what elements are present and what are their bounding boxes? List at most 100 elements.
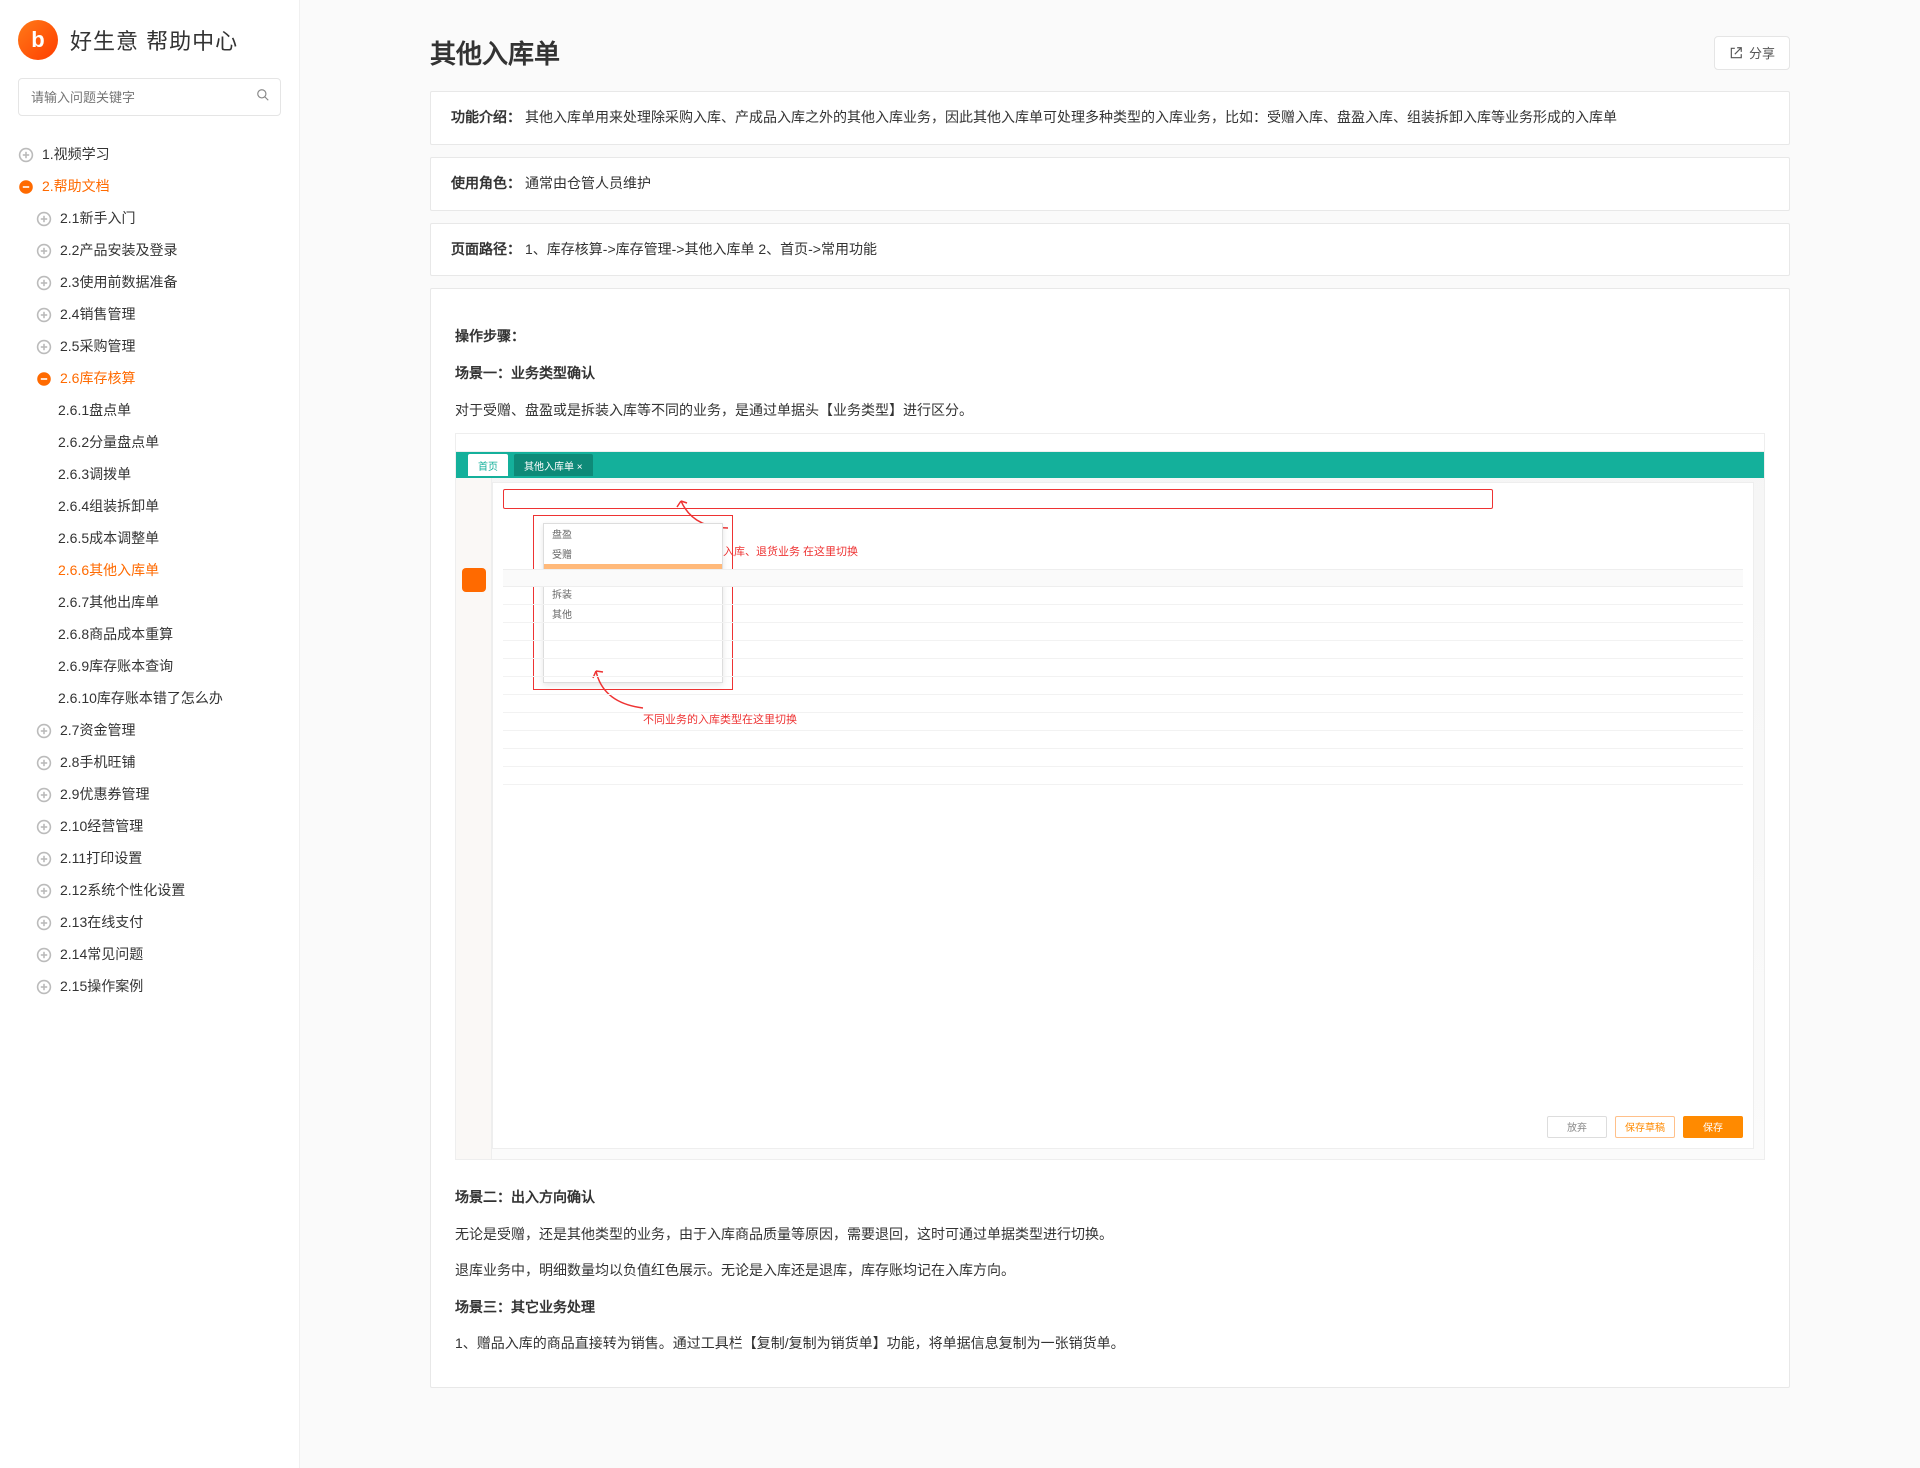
nav-item-label: 2.6库存核算 <box>60 370 135 386</box>
nav-item[interactable]: 2.6.1盘点单 <box>18 394 281 426</box>
nav-item-label: 2.5采购管理 <box>60 338 135 354</box>
nav-item[interactable]: 2.1新手入门 <box>18 202 281 234</box>
collapse-icon <box>18 179 34 195</box>
panel-intro: 功能介绍：其他入库单用来处理除采购入库、产成品入库之外的其他入库业务，因此其他入… <box>430 91 1790 145</box>
nav-item[interactable]: 2.6.5成本调整单 <box>18 522 281 554</box>
nav-item-label: 2.7资金管理 <box>60 722 135 738</box>
expand-icon <box>36 915 52 931</box>
nav-item-label: 2.6.6其他入库单 <box>58 562 159 578</box>
nav-item[interactable]: 2.7资金管理 <box>18 714 281 746</box>
expand-icon <box>36 883 52 899</box>
nav-tree: 1.视频学习 2.帮助文档 2.1新手入门 2.2产品安装及登录 2.3使用前数据准备 2… <box>18 138 281 1002</box>
nav-item[interactable]: 2.8手机旺铺 <box>18 746 281 778</box>
collapse-icon <box>36 371 52 387</box>
nav-item[interactable]: 2.6.2分量盘点单 <box>18 426 281 458</box>
intro-label: 功能介绍： <box>451 109 521 125</box>
nav-item-label: 2.13在线支付 <box>60 914 143 930</box>
nav-item[interactable]: 2.6.7其他出库单 <box>18 586 281 618</box>
nav-item-label: 2.12系统个性化设置 <box>60 882 185 898</box>
nav-item-label: 2.6.10库存账本错了怎么办 <box>58 690 223 706</box>
expand-icon <box>36 819 52 835</box>
nav-item[interactable]: 2.6.9库存账本查询 <box>18 650 281 682</box>
nav-item-label: 2.14常见问题 <box>60 946 143 962</box>
nav-item[interactable]: 2.6.6其他入库单 <box>18 554 281 586</box>
search-icon <box>256 88 270 102</box>
nav-item-label: 2.3使用前数据准备 <box>60 274 177 290</box>
screenshot-1: 首页其他入库单 × 入库、退货业务 在这里切换 盘盈受赠拆装其他 不同业务的入库… <box>455 433 1765 1160</box>
nav-item[interactable]: 2.9优惠券管理 <box>18 778 281 810</box>
nav-item[interactable]: 2.6.4组装拆卸单 <box>18 490 281 522</box>
nav-item-label: 2.10经营管理 <box>60 818 143 834</box>
nav-item-label: 2.6.7其他出库单 <box>58 594 159 610</box>
expand-icon <box>36 723 52 739</box>
expand-icon <box>36 947 52 963</box>
nav-item[interactable]: 2.6库存核算 <box>18 362 281 394</box>
share-label: 分享 <box>1749 43 1775 62</box>
nav-item[interactable]: 2.帮助文档 <box>18 170 281 202</box>
title-row: 其他入库单 分享 <box>430 34 1790 71</box>
scene3-text-1: 1、赠品入库的商品直接转为销售。通过工具栏【复制/复制为销货单】功能，将单据信息… <box>455 1330 1765 1357</box>
nav-item[interactable]: 2.2产品安装及登录 <box>18 234 281 266</box>
sidebar: 好生意 帮助中心 1.视频学习 2.帮助文档 2.1新手入门 2.2产品安装及登录 2.… <box>0 0 300 1468</box>
expand-icon <box>36 211 52 227</box>
nav-item-label: 2.2产品安装及登录 <box>60 242 177 258</box>
page-title: 其他入库单 <box>430 34 560 71</box>
expand-icon <box>36 787 52 803</box>
nav-item-label: 2.6.2分量盘点单 <box>58 434 159 450</box>
nav-item[interactable]: 2.11打印设置 <box>18 842 281 874</box>
expand-icon <box>36 243 52 259</box>
panel-role: 使用角色：通常由仓管人员维护 <box>430 157 1790 211</box>
expand-icon <box>36 275 52 291</box>
expand-icon <box>36 979 52 995</box>
search-button[interactable] <box>253 86 273 106</box>
brand-logo-icon <box>18 20 58 60</box>
nav-item[interactable]: 2.6.8商品成本重算 <box>18 618 281 650</box>
scene2-text-1: 无论是受赠，还是其他类型的业务，由于入库商品质量等原因，需要退回，这时可通过单据… <box>455 1221 1765 1248</box>
expand-icon <box>36 851 52 867</box>
panel-path: 页面路径：1、库存核算->库存管理->其他入库单 2、首页->常用功能 <box>430 223 1790 277</box>
expand-icon <box>36 339 52 355</box>
expand-icon <box>36 755 52 771</box>
main: 其他入库单 分享 功能介绍：其他入库单用来处理除采购入库、产成品入库之外的其他入… <box>300 0 1920 1468</box>
nav-item[interactable]: 2.14常见问题 <box>18 938 281 970</box>
nav-item-label: 2.11打印设置 <box>60 850 142 866</box>
nav-item-label: 2.6.5成本调整单 <box>58 530 159 546</box>
nav-item-label: 2.帮助文档 <box>42 178 110 194</box>
expand-icon <box>36 307 52 323</box>
nav-item[interactable]: 2.12系统个性化设置 <box>18 874 281 906</box>
nav-item[interactable]: 2.13在线支付 <box>18 906 281 938</box>
nav-item-label: 2.4销售管理 <box>60 306 135 322</box>
content-body: 操作步骤： 场景一：业务类型确认 对于受赠、盘盈或是拆装入库等不同的业务，是通过… <box>430 288 1790 1388</box>
search-input[interactable] <box>18 78 281 116</box>
share-icon <box>1729 46 1743 60</box>
brand: 好生意 帮助中心 <box>18 20 281 60</box>
nav-item-label: 2.6.1盘点单 <box>58 402 131 418</box>
share-button[interactable]: 分享 <box>1714 36 1790 70</box>
path-label: 页面路径： <box>451 241 521 257</box>
nav-item[interactable]: 2.6.10库存账本错了怎么办 <box>18 682 281 714</box>
nav-item[interactable]: 2.5采购管理 <box>18 330 281 362</box>
brand-title: 好生意 帮助中心 <box>70 24 238 56</box>
nav-item[interactable]: 2.4销售管理 <box>18 298 281 330</box>
nav-item[interactable]: 2.15操作案例 <box>18 970 281 1002</box>
nav-item-label: 2.1新手入门 <box>60 210 135 226</box>
scene1-text: 对于受赠、盘盈或是拆装入库等不同的业务，是通过单据头【业务类型】进行区分。 <box>455 397 1765 424</box>
nav-item-label: 2.6.9库存账本查询 <box>58 658 173 674</box>
nav-item-label: 1.视频学习 <box>42 146 110 162</box>
role-text: 通常由仓管人员维护 <box>525 175 651 191</box>
annotation-1: 入库、退货业务 在这里切换 <box>723 543 858 559</box>
nav-item-label: 2.6.8商品成本重算 <box>58 626 173 642</box>
nav-item[interactable]: 1.视频学习 <box>18 138 281 170</box>
nav-item-label: 2.6.4组装拆卸单 <box>58 498 159 514</box>
steps-heading: 操作步骤： <box>455 323 1765 350</box>
intro-text: 其他入库单用来处理除采购入库、产成品入库之外的其他入库业务，因此其他入库单可处理… <box>525 109 1617 125</box>
scene3-title: 场景三：其它业务处理 <box>455 1299 595 1315</box>
path-text: 1、库存核算->库存管理->其他入库单 2、首页->常用功能 <box>525 241 877 257</box>
nav-item[interactable]: 2.10经营管理 <box>18 810 281 842</box>
scene1-title: 场景一：业务类型确认 <box>455 365 595 381</box>
search-box <box>18 78 281 116</box>
nav-item-label: 2.6.3调拨单 <box>58 466 131 482</box>
nav-item[interactable]: 2.3使用前数据准备 <box>18 266 281 298</box>
nav-item[interactable]: 2.6.3调拨单 <box>18 458 281 490</box>
scene2-text-2: 退库业务中，明细数量均以负值红色展示。无论是入库还是退库，库存账均记在入库方向。 <box>455 1257 1765 1284</box>
